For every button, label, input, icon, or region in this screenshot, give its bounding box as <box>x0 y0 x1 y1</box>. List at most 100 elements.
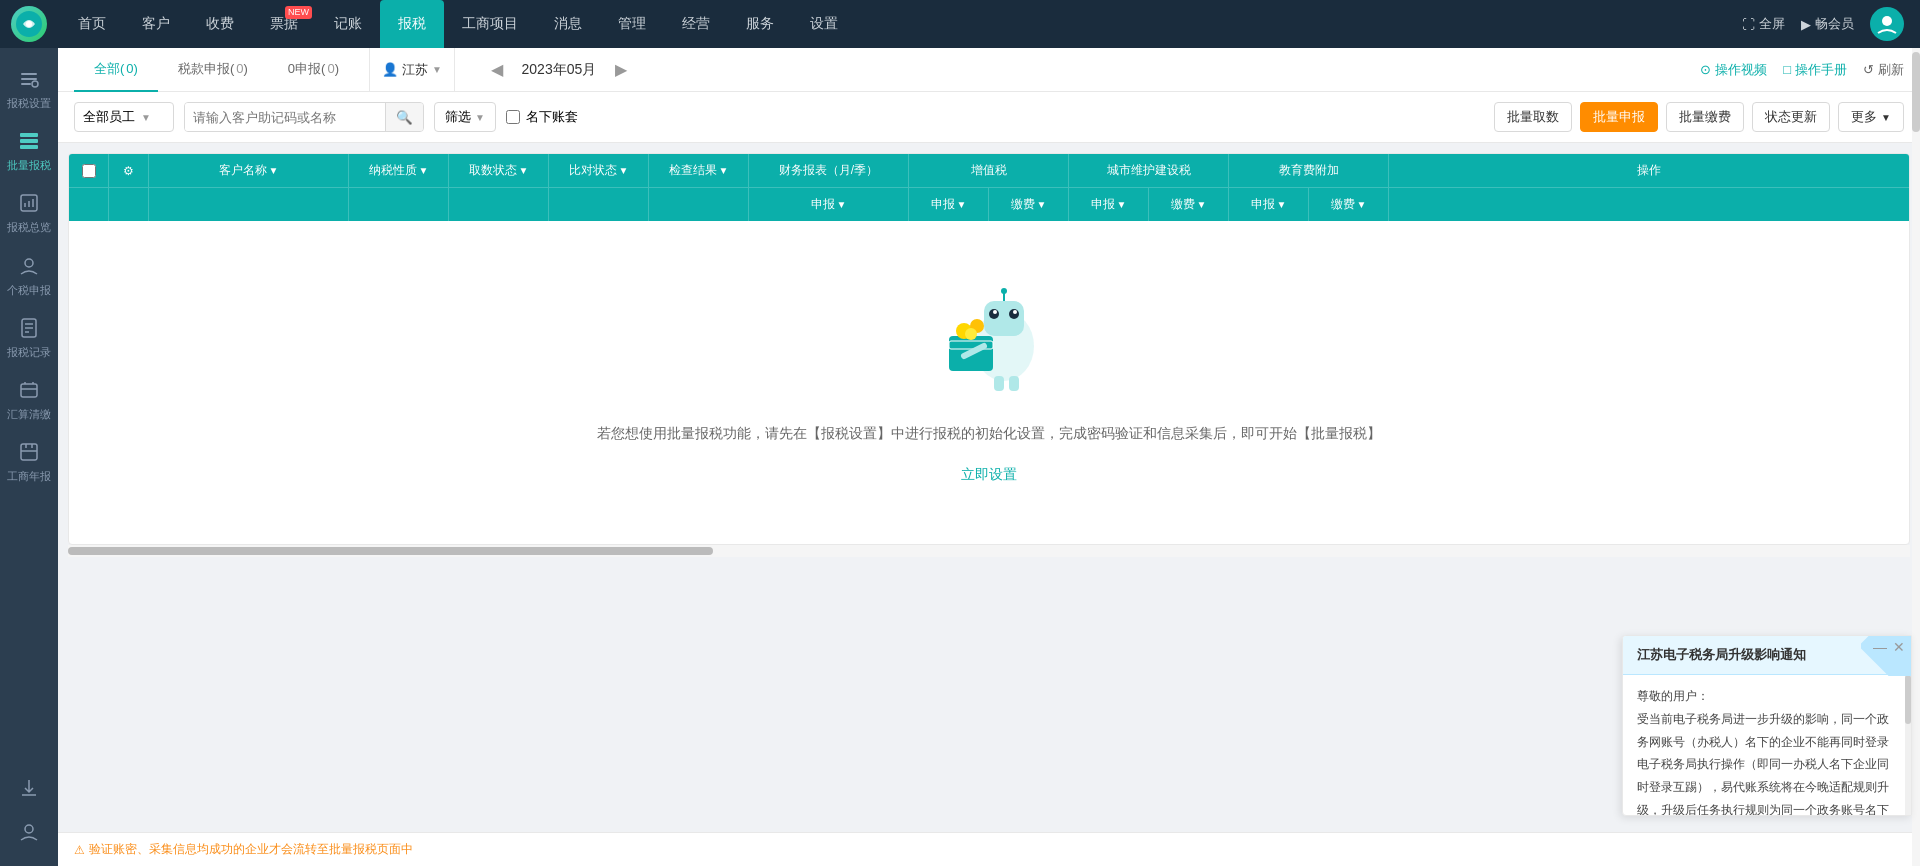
member-btn[interactable]: ▶ 畅会员 <box>1801 15 1854 33</box>
filter-button[interactable]: 筛选 ▼ <box>434 102 496 132</box>
nav-invoice[interactable]: 票据 NEW <box>252 0 316 48</box>
th-edu-declare-filter[interactable]: ▼ <box>1277 199 1287 210</box>
tab-tax-declare[interactable]: 税款申报(0) <box>158 48 268 92</box>
notif-body: 尊敬的用户： 受当前电子税务局进一步升级的影响，同一个政务网账号（办税人）名下的… <box>1623 675 1911 815</box>
th-vat-pay-filter[interactable]: ▼ <box>1037 199 1047 210</box>
province-select[interactable]: 👤 江苏 ▼ <box>369 48 455 92</box>
action-buttons: 批量取数 批量申报 批量缴费 状态更新 更多 ▼ <box>1494 102 1904 132</box>
fullscreen-btn[interactable]: ⛶ 全屏 <box>1742 15 1785 33</box>
th-client-name-group: 客户名称 ▼ <box>149 154 349 187</box>
settlement-icon <box>18 379 40 404</box>
notif-greeting: 尊敬的用户： <box>1637 685 1891 708</box>
nav-service[interactable]: 服务 <box>728 0 792 48</box>
manual-label: 操作手册 <box>1795 61 1847 79</box>
nav-manage[interactable]: 管理 <box>600 0 664 48</box>
sidebar-item-tax-overview[interactable]: 报税总览 <box>0 182 58 244</box>
th-fin-declare-filter[interactable]: ▼ <box>837 199 847 210</box>
tab-all[interactable]: 全部(0) <box>74 48 158 92</box>
sidebar-item-personal-tax[interactable]: 个税申报 <box>0 245 58 307</box>
nav-fee[interactable]: 收费 <box>188 0 252 48</box>
province-icon: 👤 <box>382 62 398 77</box>
sidebar-item-tax-record[interactable]: 报税记录 <box>0 307 58 369</box>
nav-business[interactable]: 工商项目 <box>444 0 536 48</box>
filter-label: 筛选 <box>445 108 471 126</box>
status-update-btn[interactable]: 状态更新 <box>1752 102 1830 132</box>
svg-rect-35 <box>994 376 1004 391</box>
warning-text: ⚠ 验证账密、采集信息均成功的企业才会流转至批量报税页面中 <box>74 841 413 858</box>
filter-arrow-icon: ▼ <box>475 112 485 123</box>
notif-close-btn[interactable]: ✕ <box>1893 640 1905 654</box>
operation-manual-btn[interactable]: □ 操作手册 <box>1783 61 1847 79</box>
sidebar-item-batch-tax[interactable]: 批量报税 <box>0 120 58 182</box>
nav-home[interactable]: 首页 <box>60 0 124 48</box>
sidebar-item-user[interactable] <box>0 811 58 856</box>
th-setting-group[interactable]: ⚙ <box>109 154 149 187</box>
table-scroll-thumb <box>68 547 713 555</box>
nav-bookkeeping[interactable]: 记账 <box>316 0 380 48</box>
checkbox-text: 名下账套 <box>526 108 578 126</box>
sidebar-item-annual-report[interactable]: 工商年报 <box>0 431 58 493</box>
notif-controls: — ✕ <box>1873 640 1905 654</box>
th-client-filter-icon[interactable]: ▼ <box>269 165 279 176</box>
nav-customer[interactable]: 客户 <box>124 0 188 48</box>
th-check-filter-icon[interactable]: ▼ <box>719 165 729 176</box>
th-financial-group: 财务报表（月/季） <box>749 154 909 187</box>
user-avatar[interactable] <box>1870 7 1904 41</box>
svg-rect-36 <box>1009 376 1019 391</box>
th-r2-setting <box>109 188 149 221</box>
table-scroll-bar[interactable] <box>68 545 1910 557</box>
nav-operation[interactable]: 经营 <box>664 0 728 48</box>
select-all-checkbox[interactable] <box>82 164 96 178</box>
batch-fetch-btn[interactable]: 批量取数 <box>1494 102 1572 132</box>
th-tax-type-filter-icon[interactable]: ▼ <box>419 165 429 176</box>
th-city-declare-filter[interactable]: ▼ <box>1117 199 1127 210</box>
data-table: ⚙ 客户名称 ▼ 纳税性质 ▼ 取数状态 ▼ <box>68 153 1910 545</box>
nav-tax[interactable]: 报税 <box>380 0 444 48</box>
employee-select[interactable]: 全部员工 ▼ <box>74 102 174 132</box>
checkbox-label[interactable]: 名下账套 <box>506 108 578 126</box>
th-vat-declare-filter[interactable]: ▼ <box>957 199 967 210</box>
refresh-label: 刷新 <box>1878 61 1904 79</box>
warning-icon: ⚠ <box>74 843 85 857</box>
month-next-btn[interactable]: ▶ <box>609 58 633 81</box>
member-icon: ▶ <box>1801 17 1811 32</box>
search-input[interactable] <box>185 103 385 131</box>
sidebar-item-tax-settings[interactable]: 报税设置 <box>0 58 58 120</box>
search-button[interactable]: 🔍 <box>385 103 423 131</box>
download-icon <box>18 776 40 801</box>
sidebar-item-download[interactable] <box>0 766 58 811</box>
svg-rect-5 <box>21 83 31 85</box>
refresh-btn[interactable]: ↺ 刷新 <box>1863 61 1904 79</box>
th-city-group: 城市维护建设税 <box>1069 154 1229 187</box>
th-edu-pay-filter[interactable]: ▼ <box>1357 199 1367 210</box>
th-compare-filter-icon[interactable]: ▼ <box>619 165 629 176</box>
more-arrow-icon: ▼ <box>1881 112 1891 123</box>
notif-minimize-btn[interactable]: — <box>1873 640 1887 654</box>
sidebar: 报税设置 批量报税 报税总览 个税申报 报税记录 <box>0 48 58 866</box>
month-navigation: ◀ 2023年05月 ▶ <box>485 58 633 81</box>
nav-message[interactable]: 消息 <box>536 0 600 48</box>
more-btn[interactable]: 更多 ▼ <box>1838 102 1904 132</box>
nav-settings[interactable]: 设置 <box>792 0 856 48</box>
th-tax-type-group: 纳税性质 ▼ <box>349 154 449 187</box>
batch-declare-btn[interactable]: 批量申报 <box>1580 102 1658 132</box>
svg-point-29 <box>1001 288 1007 294</box>
video-label: 操作视频 <box>1715 61 1767 79</box>
annual-report-icon <box>18 441 40 466</box>
tax-overview-icon <box>18 192 40 217</box>
th-fetch-filter-icon[interactable]: ▼ <box>519 165 529 176</box>
sidebar-item-settlement[interactable]: 汇算清缴 <box>0 369 58 431</box>
notif-scrollbar[interactable] <box>1905 675 1911 815</box>
operation-video-btn[interactable]: ⊙ 操作视频 <box>1700 61 1767 79</box>
sidebar-bottom <box>0 766 58 866</box>
sidebar-label-personal-tax: 个税申报 <box>7 284 51 297</box>
robot-svg <box>919 281 1059 401</box>
batch-pay-btn[interactable]: 批量缴费 <box>1666 102 1744 132</box>
th-city-pay-filter[interactable]: ▼ <box>1197 199 1207 210</box>
setup-link[interactable]: 立即设置 <box>961 466 1017 484</box>
app-logo[interactable] <box>0 0 58 48</box>
account-checkbox[interactable] <box>506 110 520 124</box>
page-scrollbar[interactable] <box>1912 48 1920 866</box>
month-prev-btn[interactable]: ◀ <box>485 58 509 81</box>
tab-zero-declare[interactable]: 0申报(0) <box>268 48 359 92</box>
